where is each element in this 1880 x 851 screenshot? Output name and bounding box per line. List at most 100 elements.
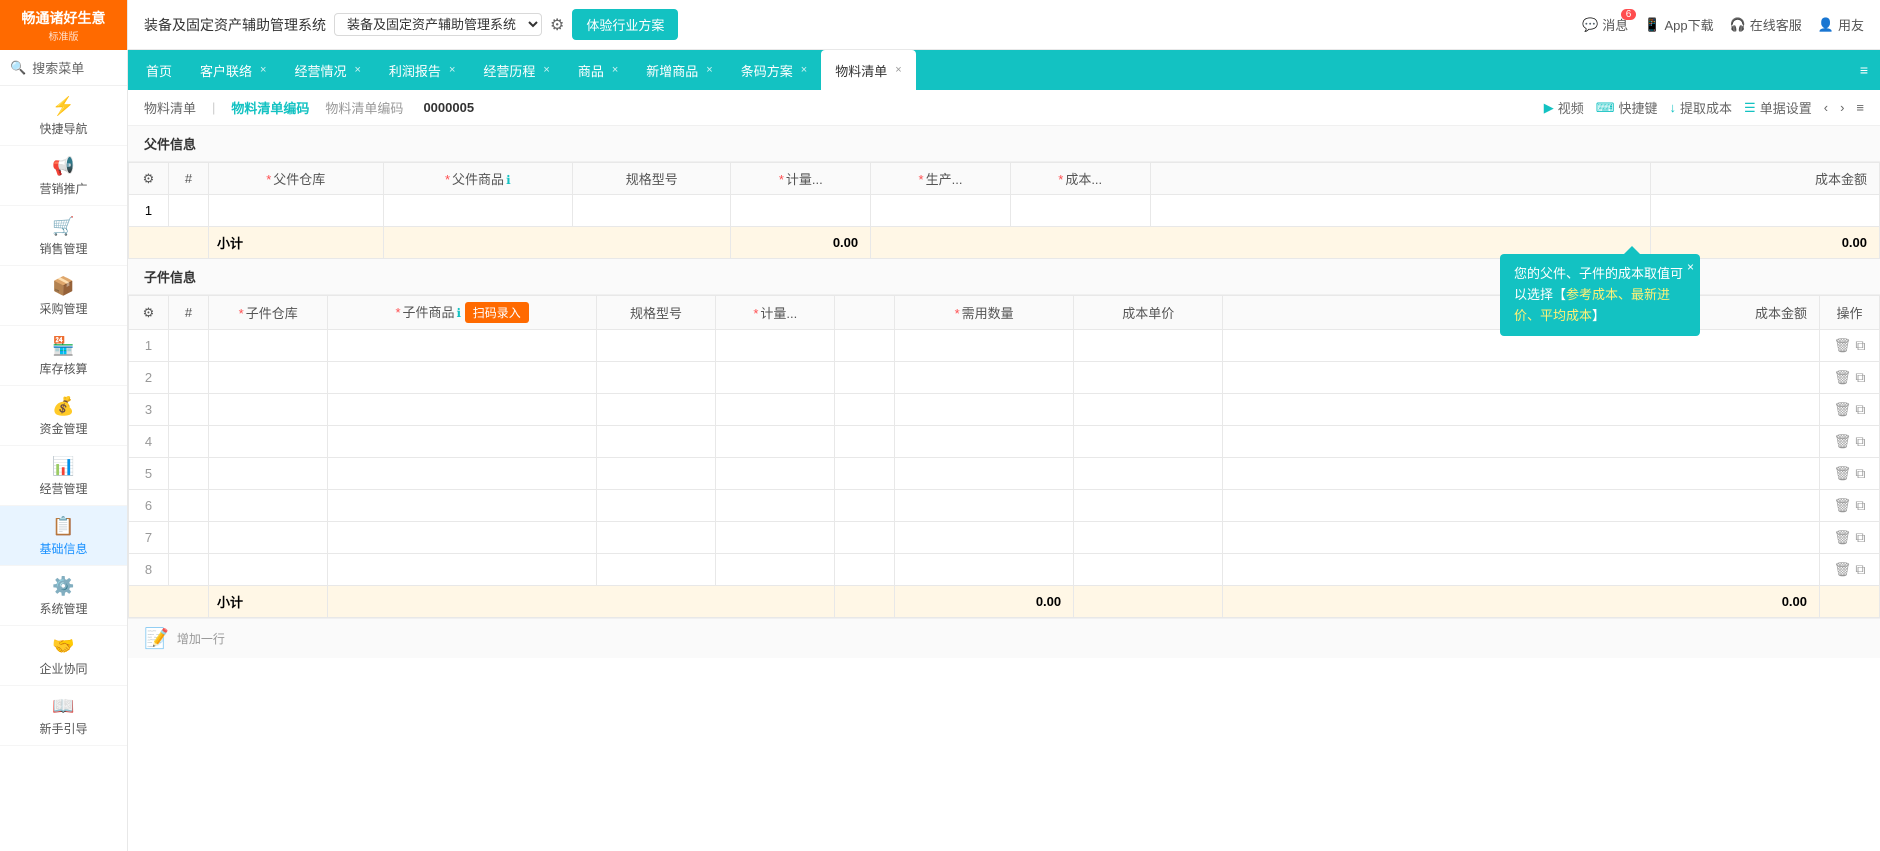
tab-goods[interactable]: 商品 ×: [564, 50, 632, 90]
child-row-4-quantity[interactable]: [895, 426, 1074, 458]
child-row-5-spec[interactable]: [596, 458, 715, 490]
delete-icon-5[interactable]: 🗑: [1834, 465, 1852, 482]
tab-barcode-close[interactable]: ×: [801, 64, 807, 76]
child-goods-info-icon[interactable]: ℹ: [457, 306, 462, 320]
nav-next[interactable]: ›: [1840, 100, 1844, 115]
message-item[interactable]: 💬 6 消息: [1582, 15, 1628, 34]
copy-icon-4[interactable]: ⧉: [1855, 433, 1865, 450]
child-row-7-goods[interactable]: [328, 522, 597, 554]
parent-row-1-production[interactable]: [871, 195, 1011, 227]
tab-operation-history-close[interactable]: ×: [543, 64, 549, 76]
child-row-4-spec[interactable]: [596, 426, 715, 458]
tab-operation-status[interactable]: 经营情况 ×: [280, 50, 374, 90]
child-row-3-spec[interactable]: [596, 394, 715, 426]
close-all-tabs[interactable]: ≡: [1852, 62, 1876, 78]
copy-icon-2[interactable]: ⧉: [1855, 369, 1865, 386]
delete-icon-7[interactable]: 🗑: [1834, 529, 1852, 546]
child-row-8-quantity[interactable]: [895, 554, 1074, 586]
tab-customer[interactable]: 客户联络 ×: [186, 50, 280, 90]
child-row-2-goods[interactable]: [328, 362, 597, 394]
shortcut-action[interactable]: ⌨ 快捷键: [1596, 98, 1658, 117]
list-view-toggle[interactable]: ≡: [1856, 100, 1864, 115]
trial-button[interactable]: 体验行业方案: [572, 9, 678, 40]
parent-row-1-spec[interactable]: [573, 195, 731, 227]
user-item[interactable]: 👤 用友: [1818, 15, 1864, 34]
single-settings-action[interactable]: ☰ 单据设置: [1744, 98, 1812, 117]
parent-goods-info-icon[interactable]: ℹ: [506, 173, 511, 187]
child-row-4-goods[interactable]: [328, 426, 597, 458]
child-row-6-unit[interactable]: [716, 490, 835, 522]
copy-icon-6[interactable]: ⧉: [1855, 497, 1865, 514]
child-row-7-spec[interactable]: [596, 522, 715, 554]
copy-icon-3[interactable]: ⧉: [1855, 401, 1865, 418]
child-row-7-quantity[interactable]: [895, 522, 1074, 554]
child-row-2-warehouse[interactable]: [209, 362, 328, 394]
child-row-8-unit-price[interactable]: [1074, 554, 1223, 586]
system-select[interactable]: 装备及固定资产辅助管理系统: [334, 13, 542, 36]
tab-operation-status-close[interactable]: ×: [354, 64, 360, 76]
tab-profit-report-close[interactable]: ×: [449, 64, 455, 76]
sidebar-item-system[interactable]: ⚙️ 系统管理: [0, 566, 127, 626]
child-row-3-quantity[interactable]: [895, 394, 1074, 426]
parent-row-1-goods[interactable]: [383, 195, 573, 227]
tab-goods-close[interactable]: ×: [612, 64, 618, 76]
child-row-8-unit[interactable]: [716, 554, 835, 586]
scan-button[interactable]: 扫码录入: [465, 302, 529, 323]
child-row-7-unit-price[interactable]: [1074, 522, 1223, 554]
child-row-2-unit[interactable]: [716, 362, 835, 394]
child-row-4-unit[interactable]: [716, 426, 835, 458]
delete-icon-8[interactable]: 🗑: [1834, 561, 1852, 578]
child-row-5-unit[interactable]: [716, 458, 835, 490]
app-download-item[interactable]: 📱 App下载: [1644, 15, 1713, 34]
child-row-1-warehouse[interactable]: [209, 330, 328, 362]
extract-cost-action[interactable]: ↓ 提取成本: [1670, 98, 1733, 117]
child-row-1-goods[interactable]: [328, 330, 597, 362]
sidebar-item-quick-nav[interactable]: ⚡ 快捷导航: [0, 86, 127, 146]
child-row-1-unit-price[interactable]: [1074, 330, 1223, 362]
tab-home[interactable]: 首页: [132, 50, 186, 90]
add-row-icon[interactable]: 📝: [144, 626, 169, 651]
tab-customer-close[interactable]: ×: [260, 64, 266, 76]
delete-icon-6[interactable]: 🗑: [1834, 497, 1852, 514]
copy-icon-7[interactable]: ⧉: [1855, 529, 1865, 546]
tab-new-goods[interactable]: 新增商品 ×: [632, 50, 726, 90]
child-row-6-quantity[interactable]: [895, 490, 1074, 522]
child-row-3-unit-price[interactable]: [1074, 394, 1223, 426]
child-row-1-spec[interactable]: [596, 330, 715, 362]
delete-icon-2[interactable]: 🗑: [1834, 369, 1852, 386]
sidebar-item-guide[interactable]: 📖 新手引导: [0, 686, 127, 746]
sidebar-item-finance[interactable]: 💰 资金管理: [0, 386, 127, 446]
child-row-6-unit-price[interactable]: [1074, 490, 1223, 522]
child-row-6-spec[interactable]: [596, 490, 715, 522]
copy-icon-8[interactable]: ⧉: [1855, 561, 1865, 578]
tab-profit-report[interactable]: 利润报告 ×: [375, 50, 469, 90]
tab-operation-history[interactable]: 经营历程 ×: [469, 50, 563, 90]
child-row-1-quantity[interactable]: [895, 330, 1074, 362]
child-row-5-goods[interactable]: [328, 458, 597, 490]
sidebar-item-marketing[interactable]: 📢 营销推广: [0, 146, 127, 206]
breadcrumb-current[interactable]: 物料清单编码: [231, 98, 309, 117]
tooltip-close-button[interactable]: ×: [1687, 258, 1694, 277]
sidebar-item-inventory[interactable]: 🏪 库存核算: [0, 326, 127, 386]
child-row-7-warehouse[interactable]: [209, 522, 328, 554]
delete-icon-4[interactable]: 🗑: [1834, 433, 1852, 450]
child-row-3-goods[interactable]: [328, 394, 597, 426]
delete-icon-3[interactable]: 🗑: [1834, 401, 1852, 418]
parent-row-1-unit[interactable]: [731, 195, 871, 227]
child-row-4-unit-price[interactable]: [1074, 426, 1223, 458]
child-row-2-spec[interactable]: [596, 362, 715, 394]
child-row-5-unit-price[interactable]: [1074, 458, 1223, 490]
tab-new-goods-close[interactable]: ×: [706, 64, 712, 76]
breadcrumb-parent[interactable]: 物料清单: [144, 98, 196, 117]
child-row-3-warehouse[interactable]: [209, 394, 328, 426]
child-row-4-warehouse[interactable]: [209, 426, 328, 458]
sidebar-item-enterprise[interactable]: 🤝 企业协同: [0, 626, 127, 686]
settings-icon[interactable]: ⚙: [550, 15, 564, 35]
sidebar-item-basic-info[interactable]: 📋 基础信息: [0, 506, 127, 566]
child-row-5-quantity[interactable]: [895, 458, 1074, 490]
child-row-2-quantity[interactable]: [895, 362, 1074, 394]
child-row-8-spec[interactable]: [596, 554, 715, 586]
sidebar-item-sales[interactable]: 🛒 销售管理: [0, 206, 127, 266]
search-menu[interactable]: 🔍 搜索菜单: [0, 50, 127, 86]
parent-col-setting[interactable]: ⚙: [129, 163, 169, 195]
